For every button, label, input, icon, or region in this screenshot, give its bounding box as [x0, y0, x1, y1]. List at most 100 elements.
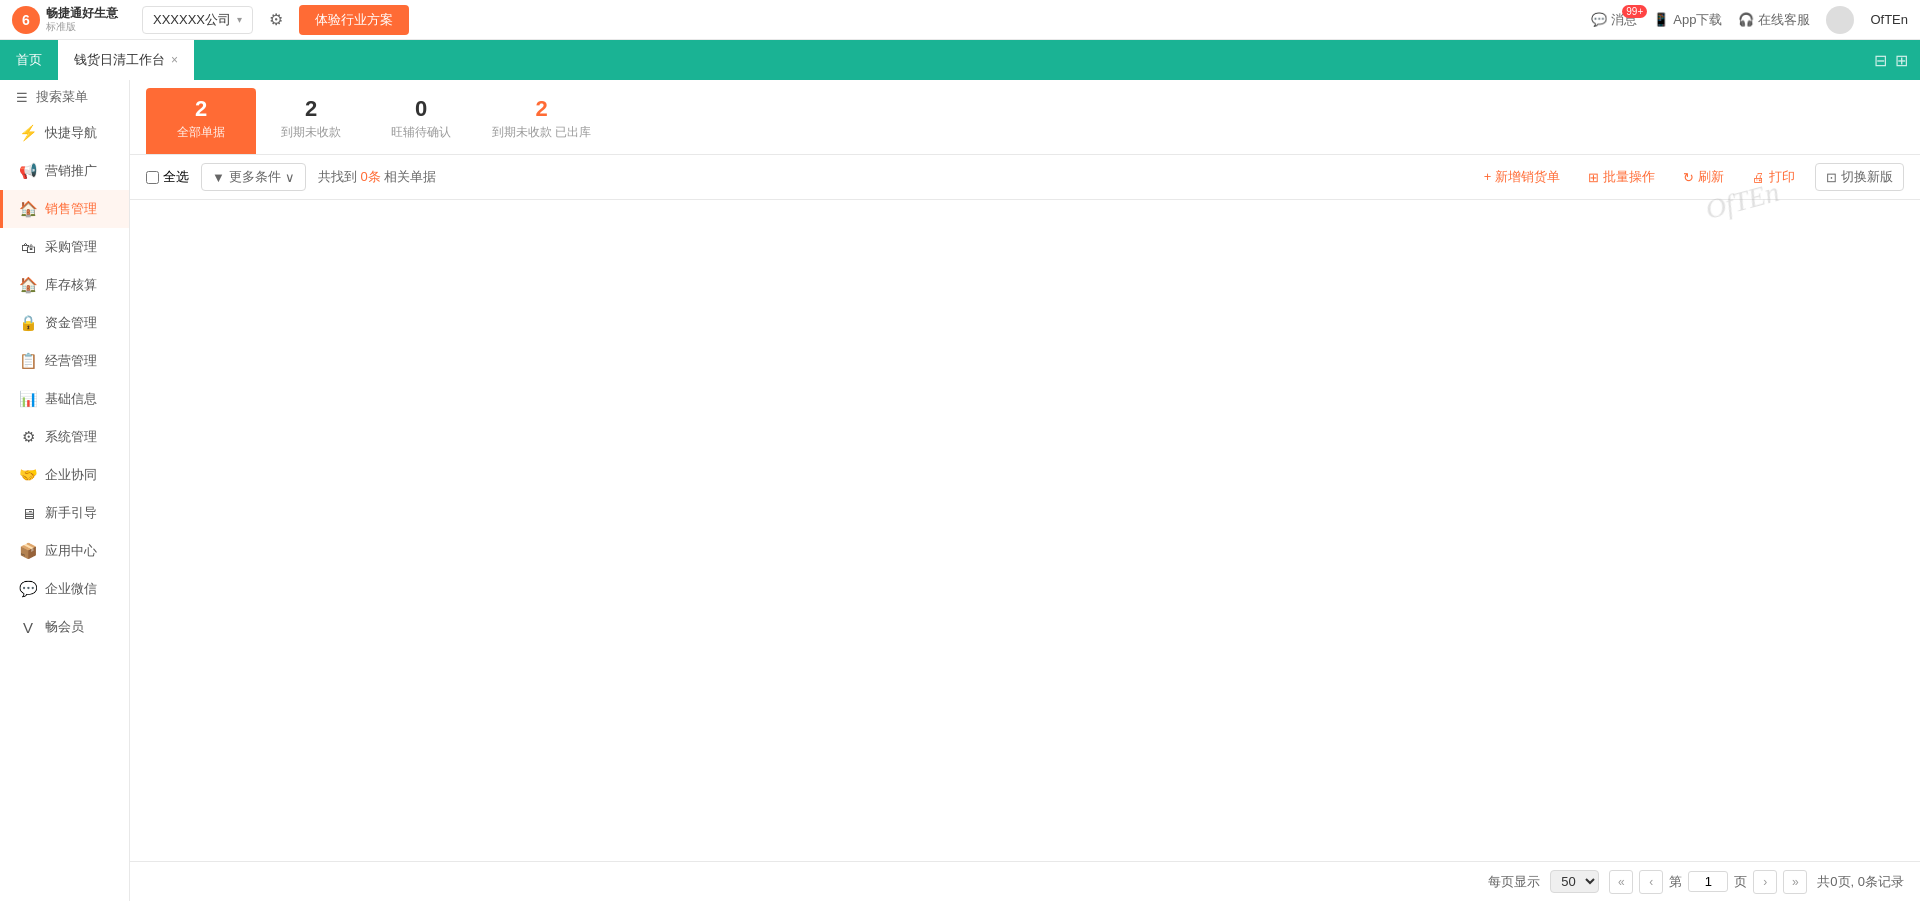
- sidebar-item-sales[interactable]: 🏠 销售管理: [0, 190, 129, 228]
- table-area: [130, 200, 1920, 861]
- message-icon: 💬: [1591, 12, 1607, 27]
- add-sales-order-button[interactable]: + 新增销货单: [1476, 164, 1568, 190]
- found-text: 共找到 0条 相关单据: [318, 168, 436, 186]
- last-page-button[interactable]: »: [1783, 870, 1807, 894]
- message-button[interactable]: 💬 消息 99+: [1591, 11, 1637, 29]
- company-selector[interactable]: XXXXXX公司 ▾: [142, 6, 253, 34]
- cooperation-icon: 🤝: [19, 466, 37, 484]
- tab-work-bench[interactable]: 钱货日清工作台 ×: [58, 40, 194, 80]
- switch-version-button[interactable]: ⊡ 切换新版: [1815, 163, 1904, 191]
- inventory-icon: 🏠: [19, 276, 37, 294]
- stat-overdue-shipped-number: 2: [492, 96, 591, 122]
- sales-icon: 🏠: [19, 200, 37, 218]
- prev-page-button[interactable]: ‹: [1639, 870, 1663, 894]
- filter-label: 更多条件: [229, 168, 281, 186]
- tab-home[interactable]: 首页: [0, 40, 58, 80]
- guide-icon: 🖥: [19, 505, 37, 522]
- sidebar-item-label: 库存核算: [45, 276, 97, 294]
- first-page-button[interactable]: «: [1609, 870, 1633, 894]
- switch-label: 切换新版: [1841, 168, 1893, 186]
- batch-icon: ⊞: [1588, 170, 1599, 185]
- stat-all-number: 2: [162, 96, 240, 122]
- stat-overdue-shipped-label: 到期未收款 已出库: [492, 124, 591, 141]
- stat-pending-number: 0: [382, 96, 460, 122]
- online-service-button[interactable]: 🎧 在线客服: [1738, 11, 1810, 29]
- sidebar-item-label: 新手引导: [45, 504, 97, 522]
- sidebar-item-label: 畅会员: [45, 618, 84, 636]
- stat-overdue-label: 到期未收款: [272, 124, 350, 141]
- stat-tab-pending[interactable]: 0 旺辅待确认: [366, 88, 476, 154]
- refresh-button[interactable]: ↻ 刷新: [1675, 164, 1732, 190]
- search-icon: ☰: [16, 90, 28, 105]
- close-tab-icon[interactable]: ×: [171, 53, 178, 67]
- user-name: OfTEn: [1870, 12, 1908, 27]
- stat-tab-all[interactable]: 2 全部单据: [146, 88, 256, 154]
- sidebar-item-app-center[interactable]: 📦 应用中心: [0, 532, 129, 570]
- main-layout: ☰ 搜索菜单 ⚡ 快捷导航 📢 营销推广 🏠 销售管理 🛍 采购管理 🏠 库存核…: [0, 80, 1920, 901]
- refresh-icon: ↻: [1683, 170, 1694, 185]
- app-download-button[interactable]: 📱 App下载: [1653, 11, 1722, 29]
- select-all-checkbox-area[interactable]: 全选: [146, 168, 189, 186]
- home-tab-label: 首页: [16, 51, 42, 69]
- sidebar-item-marketing[interactable]: 📢 营销推广: [0, 152, 129, 190]
- marketing-icon: 📢: [19, 162, 37, 180]
- found-count: 0条: [361, 169, 381, 184]
- sidebar-item-guide[interactable]: 🖥 新手引导: [0, 494, 129, 532]
- switch-icon: ⊡: [1826, 170, 1837, 185]
- page-size-select[interactable]: 50: [1550, 870, 1599, 893]
- member-icon: V: [19, 619, 37, 636]
- page-suffix: 页: [1734, 873, 1747, 891]
- sidebar-item-finance[interactable]: 🔒 资金管理: [0, 304, 129, 342]
- sidebar-item-cooperation[interactable]: 🤝 企业协同: [0, 456, 129, 494]
- page-label: 第: [1669, 873, 1682, 891]
- content-area: 2 全部单据 2 到期未收款 0 旺辅待确认 2 到期未收款 已出库 全选: [130, 80, 1920, 901]
- print-button[interactable]: 🖨 打印: [1744, 164, 1803, 190]
- filter-button[interactable]: ▼ 更多条件 ∨: [201, 163, 306, 191]
- trial-button[interactable]: 体验行业方案: [299, 5, 409, 35]
- stat-overdue-number: 2: [272, 96, 350, 122]
- operation-icon: 📋: [19, 352, 37, 370]
- search-menu-button[interactable]: ☰ 搜索菜单: [0, 80, 129, 114]
- next-page-button[interactable]: ›: [1753, 870, 1777, 894]
- sidebar-item-label: 应用中心: [45, 542, 97, 560]
- batch-label: 批量操作: [1603, 168, 1655, 186]
- sidebar-item-member[interactable]: V 畅会员: [0, 608, 129, 646]
- sidebar-item-label: 基础信息: [45, 390, 97, 408]
- sidebar-item-purchase[interactable]: 🛍 采购管理: [0, 228, 129, 266]
- batch-operation-button[interactable]: ⊞ 批量操作: [1580, 164, 1663, 190]
- finance-icon: 🔒: [19, 314, 37, 332]
- service-icon: 🎧: [1738, 12, 1754, 27]
- minimize-icon[interactable]: ⊟: [1874, 51, 1887, 70]
- logo-icon: 6: [12, 6, 40, 34]
- sidebar-item-label: 经营管理: [45, 352, 97, 370]
- select-all-checkbox[interactable]: [146, 171, 159, 184]
- sidebar-item-system[interactable]: ⚙ 系统管理: [0, 418, 129, 456]
- sidebar-item-inventory[interactable]: 🏠 库存核算: [0, 266, 129, 304]
- online-service-label: 在线客服: [1758, 11, 1810, 29]
- maximize-icon[interactable]: ⊞: [1895, 51, 1908, 70]
- pagination: « ‹ 第 页 › »: [1609, 870, 1807, 894]
- footer: 每页显示 50 « ‹ 第 页 › » 共0页, 0条记录: [130, 861, 1920, 901]
- avatar[interactable]: [1826, 6, 1854, 34]
- sidebar-item-wechat[interactable]: 💬 企业微信: [0, 570, 129, 608]
- print-icon: 🖨: [1752, 170, 1765, 185]
- app-center-icon: 📦: [19, 542, 37, 560]
- stat-tab-overdue-shipped[interactable]: 2 到期未收款 已出库: [476, 88, 607, 154]
- related-text: 相关单据: [384, 169, 436, 184]
- sidebar-item-label: 采购管理: [45, 238, 97, 256]
- page-size-label: 每页显示: [1488, 873, 1540, 891]
- base-info-icon: 📊: [19, 390, 37, 408]
- wechat-icon: 💬: [19, 580, 37, 598]
- logo-text: 畅捷通好生意 标准版: [46, 6, 118, 32]
- sidebar-item-label: 企业协同: [45, 466, 97, 484]
- sidebar-item-label: 销售管理: [45, 200, 97, 218]
- stat-tab-overdue[interactable]: 2 到期未收款: [256, 88, 366, 154]
- sidebar-item-label: 系统管理: [45, 428, 97, 446]
- sidebar-item-quick-nav[interactable]: ⚡ 快捷导航: [0, 114, 129, 152]
- settings-button[interactable]: ⚙: [261, 5, 291, 35]
- page-number-input[interactable]: [1688, 871, 1728, 892]
- sidebar-item-label: 营销推广: [45, 162, 97, 180]
- sidebar-item-base-info[interactable]: 📊 基础信息: [0, 380, 129, 418]
- sidebar-item-operation[interactable]: 📋 经营管理: [0, 342, 129, 380]
- sidebar-item-label: 快捷导航: [45, 124, 97, 142]
